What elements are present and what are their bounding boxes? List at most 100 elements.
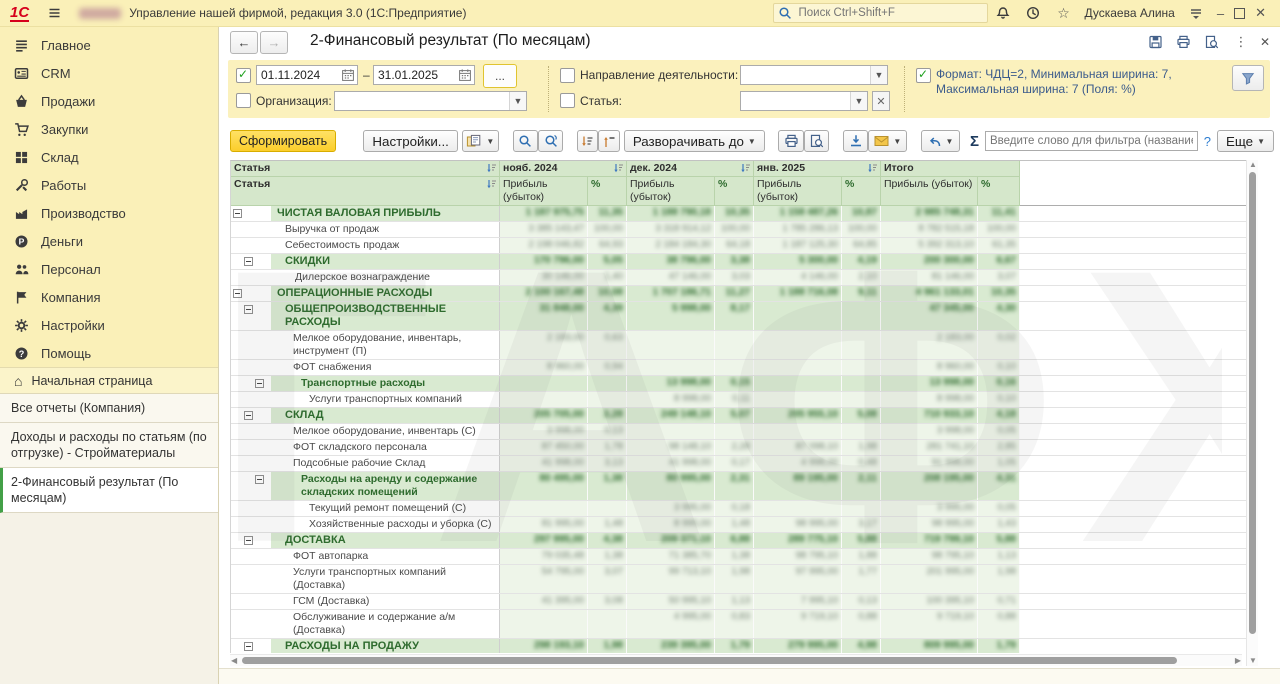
value-cell[interactable]: 9,11 xyxy=(842,286,881,301)
format-checkbox[interactable] xyxy=(916,67,931,83)
value-cell[interactable]: 0,17 xyxy=(715,456,754,471)
sidebar-item-2[interactable]: CRM xyxy=(0,59,218,87)
value-cell[interactable]: 0,15 xyxy=(715,376,754,391)
article-cell[interactable]: Услуги транспортных компаний (Доставка) xyxy=(271,565,500,593)
collapse-minus-icon[interactable] xyxy=(244,305,253,314)
more-dots-icon[interactable]: ⋮ xyxy=(1232,34,1250,49)
value-cell[interactable]: 1,78 xyxy=(588,440,627,455)
value-cell[interactable]: 1,38 xyxy=(715,549,754,564)
column-header-profit[interactable]: Прибыль (убыток) xyxy=(754,177,842,206)
value-cell[interactable]: 4 995,00 xyxy=(627,610,715,638)
value-cell[interactable]: 0,94 xyxy=(588,360,627,375)
value-cell[interactable]: 5 300,00 xyxy=(754,254,842,269)
scroll-down-icon[interactable]: ▼ xyxy=(1249,656,1257,666)
value-cell[interactable]: 8 782 515,18 xyxy=(881,222,978,237)
table-row[interactable]: ДОСТАВКА 297 995,00 4,38 209 371,10 6,88 289 … xyxy=(231,533,1248,549)
column-header-month[interactable]: нояб. 2024 xyxy=(500,161,627,177)
value-cell[interactable]: 209 371,10 xyxy=(627,533,715,548)
value-cell[interactable]: 205 705,00 xyxy=(500,408,588,423)
forward-button[interactable]: → xyxy=(260,31,288,54)
value-cell[interactable]: 100,00 xyxy=(842,222,881,237)
table-row[interactable]: ФОТ складского персонала 87 450,00 1,78 98 … xyxy=(231,440,1248,456)
value-cell[interactable]: 10,08 xyxy=(588,286,627,301)
article-checkbox[interactable] xyxy=(560,93,575,108)
value-cell[interactable]: 1,79 xyxy=(978,639,1020,653)
value-cell[interactable]: 64,18 xyxy=(715,238,754,253)
article-cell[interactable]: Выручка от продаж xyxy=(271,222,500,237)
value-cell[interactable]: 5,07 xyxy=(715,408,754,423)
organization-checkbox[interactable] xyxy=(236,93,251,108)
value-cell[interactable] xyxy=(842,376,881,391)
value-cell[interactable]: 1,40 xyxy=(588,270,627,285)
organization-combo[interactable]: ▼ xyxy=(334,91,527,111)
table-row[interactable]: Подсобные рабочие Склад 41 998,00 3,13 41 9… xyxy=(231,456,1248,472)
value-cell[interactable]: 3,08 xyxy=(588,594,627,609)
value-cell[interactable] xyxy=(842,331,881,359)
column-header-percent[interactable]: % xyxy=(978,177,1020,206)
sidebar-item-7[interactable]: Производство xyxy=(0,199,218,227)
value-cell[interactable] xyxy=(500,376,588,391)
value-cell[interactable]: 1 707 186,71 xyxy=(627,286,715,301)
more-button[interactable]: Еще ▼ xyxy=(1216,130,1274,152)
article-cell[interactable]: ЧИСТАЯ ВАЛОВАЯ ПРИБЫЛЬ xyxy=(271,206,500,221)
sidebar-item-9[interactable]: Персонал xyxy=(0,255,218,283)
value-cell[interactable] xyxy=(754,360,842,375)
column-header-profit[interactable]: Прибыль (убыток) xyxy=(500,177,588,206)
value-cell[interactable]: 41 395,00 xyxy=(500,594,588,609)
sidebar-item-12[interactable]: ? Помощь xyxy=(0,339,218,367)
value-cell[interactable]: 1,77 xyxy=(842,565,881,593)
value-cell[interactable]: 5 392 313,10 xyxy=(881,238,978,253)
value-cell[interactable]: 50 995,10 xyxy=(627,594,715,609)
value-cell[interactable]: 97 995,00 xyxy=(754,565,842,593)
scroll-up-icon[interactable]: ▲ xyxy=(1249,160,1257,170)
value-cell[interactable] xyxy=(842,501,881,516)
value-cell[interactable]: 91 998,00 xyxy=(881,456,978,471)
sidebar-item-11[interactable]: Настройки xyxy=(0,311,218,339)
notifications-bell-icon[interactable] xyxy=(992,5,1014,21)
close-window-button[interactable]: ✕ xyxy=(1255,5,1266,21)
value-cell[interactable]: 0,18 xyxy=(715,501,754,516)
article-cell[interactable]: ОПЕРАЦИОННЫЕ РАСХОДЫ xyxy=(271,286,500,301)
value-cell[interactable]: 3 998,00 xyxy=(881,424,978,439)
value-cell[interactable]: 4,18 xyxy=(978,408,1020,423)
value-cell[interactable]: 9 719,10 xyxy=(754,610,842,638)
value-cell[interactable]: 41 998,00 xyxy=(627,456,715,471)
value-cell[interactable] xyxy=(500,392,588,407)
article-cell[interactable]: Мелкое оборудование, инвентарь (С) xyxy=(271,424,500,439)
value-cell[interactable]: 1,38 xyxy=(588,472,627,500)
article-cell[interactable]: ФОТ складского персонала xyxy=(271,440,500,455)
collapse-minus-icon[interactable] xyxy=(255,379,264,388)
vertical-scrollbar[interactable]: ▲ ▼ xyxy=(1246,160,1258,666)
value-cell[interactable]: 100,00 xyxy=(978,222,1020,237)
value-cell[interactable]: 10,87 xyxy=(842,206,881,221)
value-cell[interactable] xyxy=(500,610,588,638)
sidebar-item-home[interactable]: ⌂ Начальная страница xyxy=(0,367,218,394)
value-cell[interactable] xyxy=(754,392,842,407)
value-cell[interactable]: 0,63 xyxy=(588,331,627,359)
article-clear-button[interactable]: ✕ xyxy=(872,91,890,111)
value-cell[interactable]: 4,31 xyxy=(978,472,1020,500)
value-cell[interactable]: 3,13 xyxy=(588,456,627,471)
article-cell[interactable]: ФОТ снабжения xyxy=(271,360,500,375)
value-cell[interactable]: 38 796,00 xyxy=(627,254,715,269)
period-variants-button[interactable]: ... xyxy=(483,64,517,88)
value-cell[interactable] xyxy=(842,424,881,439)
value-cell[interactable]: 1,05 xyxy=(978,456,1020,471)
value-cell[interactable]: 1 187 125,30 xyxy=(754,238,842,253)
value-cell[interactable]: 281 741,10 xyxy=(881,440,978,455)
horizontal-scrollbar[interactable]: ◀ ▶ xyxy=(230,654,1242,666)
value-cell[interactable]: 249 148,10 xyxy=(627,408,715,423)
sidebar-item-3[interactable]: Продажи xyxy=(0,87,218,115)
collapse-minus-icon[interactable] xyxy=(244,257,253,266)
table-row[interactable]: Обслуживание и содержание а/м (Доставка)… xyxy=(231,610,1248,639)
preview-button[interactable] xyxy=(803,130,830,152)
table-row[interactable]: РАСХОДЫ НА ПРОДАЖУ 298 193,10 1,98 239 395,… xyxy=(231,639,1248,653)
value-cell[interactable]: 1 187 975,75 xyxy=(500,206,588,221)
value-cell[interactable]: 2,31 xyxy=(715,472,754,500)
table-row[interactable]: Расходы на аренду и содержание складских… xyxy=(231,472,1248,501)
period-to-input[interactable] xyxy=(374,66,458,82)
history-clock-icon[interactable] xyxy=(1022,5,1044,21)
value-cell[interactable]: 1 785 286,13 xyxy=(754,222,842,237)
sidebar-item-8[interactable]: P Деньги xyxy=(0,227,218,255)
close-report-icon[interactable]: ✕ xyxy=(1256,34,1274,49)
